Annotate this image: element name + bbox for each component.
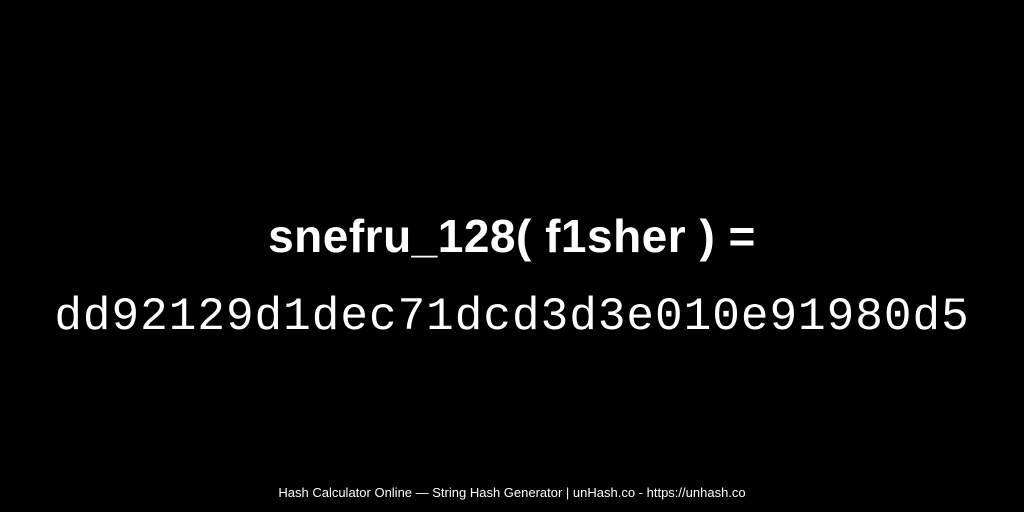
hash-result: dd92129d1dec71dcd3d3e010e91980d5 <box>54 291 969 343</box>
hash-display: snefru_128( f1sher ) = dd92129d1dec71dcd… <box>0 0 1024 512</box>
footer-text: Hash Calculator Online — String Hash Gen… <box>0 485 1024 500</box>
hash-expression: snefru_128( f1sher ) = <box>268 209 756 263</box>
